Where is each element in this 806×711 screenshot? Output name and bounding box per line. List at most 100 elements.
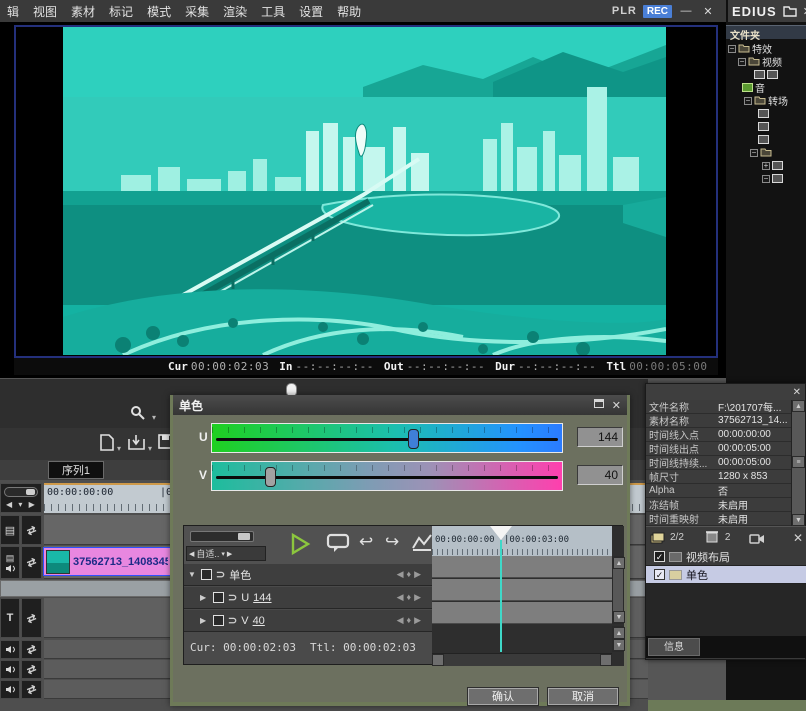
menu-settings[interactable]: 设置 bbox=[292, 3, 330, 20]
row-value[interactable]: 144 bbox=[253, 592, 271, 604]
keyframe-enable-checkbox[interactable] bbox=[201, 569, 212, 580]
effect-row-monochrome[interactable]: ✓ 单色 bbox=[646, 566, 806, 584]
scroll-up-icon[interactable]: ▲ bbox=[792, 400, 805, 412]
patch-cell[interactable]: ⇄ bbox=[21, 660, 42, 679]
menu-capture[interactable]: 采集 bbox=[178, 3, 216, 20]
reset-icon[interactable]: ⊃ bbox=[228, 614, 237, 627]
scroll-down-icon[interactable]: ▼ bbox=[613, 611, 625, 623]
keyframe-nav[interactable]: ◀♦▶ bbox=[397, 569, 432, 580]
u-slider[interactable] bbox=[211, 423, 563, 453]
reset-icon[interactable]: ⊃ bbox=[216, 568, 225, 581]
tree-item-clip[interactable] bbox=[726, 68, 806, 81]
tree-item[interactable]: + bbox=[726, 159, 806, 172]
play-icon[interactable] bbox=[288, 532, 312, 556]
zoom-tool-icon[interactable] bbox=[130, 405, 148, 423]
camera-icon[interactable] bbox=[749, 532, 765, 544]
va-track-header[interactable]: ▤ bbox=[0, 546, 20, 579]
title-track-header[interactable]: T bbox=[0, 598, 20, 638]
palette-titlebar[interactable]: ✕ bbox=[646, 384, 805, 400]
clip-pages-icon[interactable] bbox=[650, 532, 665, 544]
patch-cell[interactable]: ⇄ bbox=[21, 546, 42, 579]
keyframe-row-v[interactable]: ▶ ⊃ V 40 ◀♦▶ bbox=[184, 610, 432, 632]
tab-sequence-1[interactable]: 序列1 bbox=[48, 461, 104, 479]
menu-view[interactable]: 视图 bbox=[26, 3, 64, 20]
collapse-icon[interactable]: − bbox=[728, 44, 736, 53]
zoom-slider[interactable] bbox=[190, 531, 254, 542]
track-height-toggle[interactable] bbox=[4, 487, 38, 497]
h-scrollbar[interactable] bbox=[432, 653, 612, 666]
reset-icon[interactable]: ⊃ bbox=[228, 591, 237, 604]
expand-closed-icon[interactable]: ▶ bbox=[200, 616, 209, 625]
menu-marker[interactable]: 标记 bbox=[102, 3, 140, 20]
keyframe-lane[interactable] bbox=[432, 579, 612, 601]
effect-checkbox[interactable]: ✓ bbox=[654, 551, 665, 562]
expand-closed-icon[interactable]: ▶ bbox=[200, 593, 209, 602]
menu-edit[interactable]: 辑 bbox=[0, 3, 26, 20]
effect-row-video-layout[interactable]: ✓ 视频布局 bbox=[646, 548, 806, 566]
expand-open-icon[interactable]: ▼ bbox=[188, 570, 197, 579]
keyframe-enable-checkbox[interactable] bbox=[213, 615, 224, 626]
rec-mode-button[interactable]: REC bbox=[642, 4, 672, 18]
keyframe-lane[interactable] bbox=[432, 602, 612, 624]
patch-cell[interactable]: ⇄ bbox=[21, 598, 42, 638]
dialog-titlebar[interactable]: 单色 ✕ bbox=[173, 395, 627, 415]
audio-track-header[interactable] bbox=[0, 660, 20, 679]
tree-item-video[interactable]: − 视频 bbox=[726, 55, 806, 69]
patch-cell[interactable]: ⇄ bbox=[21, 680, 42, 699]
scroll-thumb[interactable]: ≡ bbox=[792, 456, 805, 468]
tree-item-folder[interactable]: − bbox=[726, 146, 806, 159]
close-icon[interactable]: ✕ bbox=[793, 387, 801, 398]
ruler-nav-arrows[interactable]: ◀ ▾ ▶ bbox=[6, 500, 37, 509]
scroll-down-icon[interactable]: ▼ bbox=[613, 639, 625, 651]
scroll-up-icon[interactable]: ▲ bbox=[613, 627, 625, 639]
tree-item[interactable] bbox=[726, 107, 806, 120]
folder-icon[interactable] bbox=[783, 5, 797, 17]
scroll-down-icon[interactable]: ▼ bbox=[792, 514, 805, 526]
v-value-field[interactable] bbox=[577, 465, 623, 485]
audio-track-header[interactable] bbox=[0, 640, 20, 659]
collapse-icon[interactable]: − bbox=[750, 148, 758, 157]
expand-icon[interactable]: + bbox=[762, 161, 770, 170]
close-icon[interactable]: ✕ bbox=[612, 399, 621, 412]
interpolation-dropdown[interactable]: ◀ 自适.. ▾ ▶ bbox=[186, 546, 266, 561]
collapse-icon[interactable]: − bbox=[738, 57, 746, 66]
v-scrollbar[interactable]: ▲ ▼ bbox=[612, 556, 625, 624]
restore-icon[interactable] bbox=[593, 399, 604, 411]
collapse-icon[interactable]: − bbox=[744, 96, 752, 105]
left-arrow-icon[interactable]: ◀ bbox=[189, 550, 194, 558]
v-slider[interactable] bbox=[211, 461, 563, 491]
u-value-field[interactable] bbox=[577, 427, 623, 447]
comment-icon[interactable] bbox=[326, 532, 350, 556]
keyframe-nav[interactable]: ◀♦▶ bbox=[397, 615, 432, 626]
v-slider-thumb[interactable] bbox=[264, 467, 276, 487]
properties-scrollbar[interactable]: ▲ ≡ ▼ bbox=[791, 400, 805, 526]
chevron-down-icon[interactable]: ▾ bbox=[152, 413, 156, 422]
effect-stack-icon[interactable] bbox=[705, 531, 720, 544]
tree-item[interactable] bbox=[726, 133, 806, 146]
scroll-left-button[interactable] bbox=[432, 654, 444, 666]
menu-render[interactable]: 渲染 bbox=[216, 3, 254, 20]
tree-item[interactable]: − bbox=[726, 172, 806, 185]
patch-cell[interactable]: ⇄ bbox=[21, 640, 42, 659]
loop-in-icon[interactable]: ↩ bbox=[359, 532, 383, 556]
loop-out-icon[interactable]: ↪ bbox=[385, 532, 409, 556]
u-slider-thumb[interactable] bbox=[408, 429, 419, 449]
keyframe-ruler[interactable]: 00:00:00:00 |00:00:03:00 bbox=[432, 526, 612, 556]
chevron-down-icon[interactable]: ▾ bbox=[148, 444, 152, 453]
keyframe-lane[interactable] bbox=[432, 556, 612, 578]
menu-help[interactable]: 帮助 bbox=[330, 3, 368, 20]
effect-checkbox[interactable]: ✓ bbox=[654, 569, 665, 580]
tree-item[interactable] bbox=[726, 120, 806, 133]
export-icon[interactable] bbox=[128, 434, 146, 452]
keyframe-row-u[interactable]: ▶ ⊃ U 144 ◀♦▶ bbox=[184, 587, 432, 609]
tree-item-transition[interactable]: − 转场 bbox=[726, 94, 806, 108]
keyframe-row-monochrome[interactable]: ▼ ⊃ 单色 ◀♦▶ bbox=[184, 564, 432, 586]
scroll-up-icon[interactable]: ▲ bbox=[613, 557, 625, 569]
menu-clip[interactable]: 素材 bbox=[64, 3, 102, 20]
plr-mode-button[interactable]: PLR bbox=[612, 5, 637, 17]
menu-tools[interactable]: 工具 bbox=[254, 3, 292, 20]
chevron-down-icon[interactable]: ▾ bbox=[117, 444, 121, 453]
keyframe-nav[interactable]: ◀♦▶ bbox=[397, 592, 432, 603]
keyframe-enable-checkbox[interactable] bbox=[213, 592, 224, 603]
right-arrow-icon[interactable]: ▶ bbox=[227, 550, 232, 558]
